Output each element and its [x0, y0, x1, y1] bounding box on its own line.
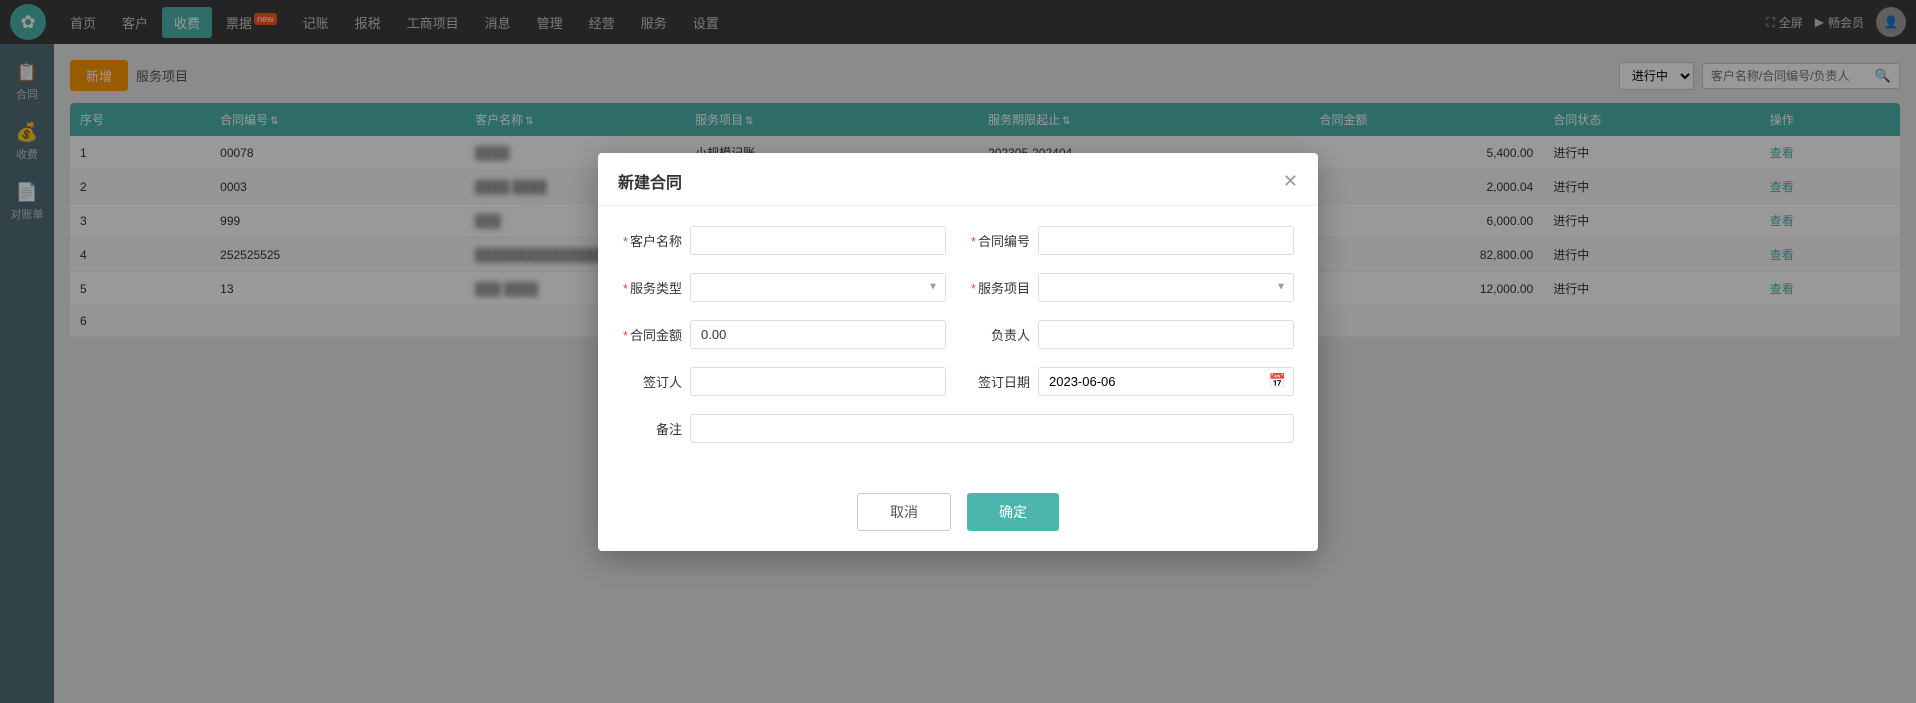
contract-no-label: *合同编号	[970, 231, 1030, 250]
field-remark: 备注	[622, 414, 1294, 443]
service-type-select-wrap	[690, 273, 946, 302]
field-client-name: *客户名称	[622, 226, 946, 255]
signer-input[interactable]	[690, 367, 946, 396]
field-responsible: 负责人	[970, 320, 1294, 349]
client-name-label: *客户名称	[622, 231, 682, 250]
field-sign-date: 签订日期 📅	[970, 367, 1294, 396]
service-item-label: *服务项目	[970, 278, 1030, 297]
form-row-1: *客户名称 *合同编号	[622, 226, 1294, 255]
responsible-label: 负责人	[970, 325, 1030, 344]
service-item-select-wrap	[1038, 273, 1294, 302]
amount-input[interactable]	[690, 320, 946, 349]
field-amount: *合同金额	[622, 320, 946, 349]
remark-input[interactable]	[690, 414, 1294, 443]
sign-date-field: 📅	[1038, 367, 1294, 396]
service-type-select[interactable]	[690, 273, 946, 302]
modal-body: *客户名称 *合同编号 *服务类型 *服务项目	[598, 206, 1318, 481]
form-row-5: 备注	[622, 414, 1294, 443]
field-signer: 签订人	[622, 367, 946, 396]
contract-no-input[interactable]	[1038, 226, 1294, 255]
modal-overlay[interactable]: 新建合同 ✕ *客户名称 *合同编号 *服务类型	[0, 0, 1916, 703]
confirm-button[interactable]: 确定	[967, 493, 1059, 531]
modal-footer: 取消 确定	[598, 481, 1318, 551]
responsible-input[interactable]	[1038, 320, 1294, 349]
form-row-2: *服务类型 *服务项目	[622, 273, 1294, 302]
form-row-3: *合同金额 负责人	[622, 320, 1294, 349]
service-type-label: *服务类型	[622, 278, 682, 297]
field-service-type: *服务类型	[622, 273, 946, 302]
amount-label: *合同金额	[622, 325, 682, 344]
service-item-select[interactable]	[1038, 273, 1294, 302]
client-name-input[interactable]	[690, 226, 946, 255]
remark-label: 备注	[622, 419, 682, 438]
sign-date-input[interactable]	[1038, 367, 1294, 396]
field-contract-no: *合同编号	[970, 226, 1294, 255]
new-contract-modal: 新建合同 ✕ *客户名称 *合同编号 *服务类型	[598, 153, 1318, 551]
modal-title: 新建合同	[618, 169, 682, 193]
sign-date-label: 签订日期	[970, 372, 1030, 391]
cancel-button[interactable]: 取消	[857, 493, 951, 531]
form-row-4: 签订人 签订日期 📅	[622, 367, 1294, 396]
modal-header: 新建合同 ✕	[598, 153, 1318, 206]
field-service-item: *服务项目	[970, 273, 1294, 302]
calendar-icon[interactable]: 📅	[1269, 373, 1286, 390]
signer-label: 签订人	[622, 372, 682, 391]
modal-close-button[interactable]: ✕	[1283, 172, 1298, 190]
